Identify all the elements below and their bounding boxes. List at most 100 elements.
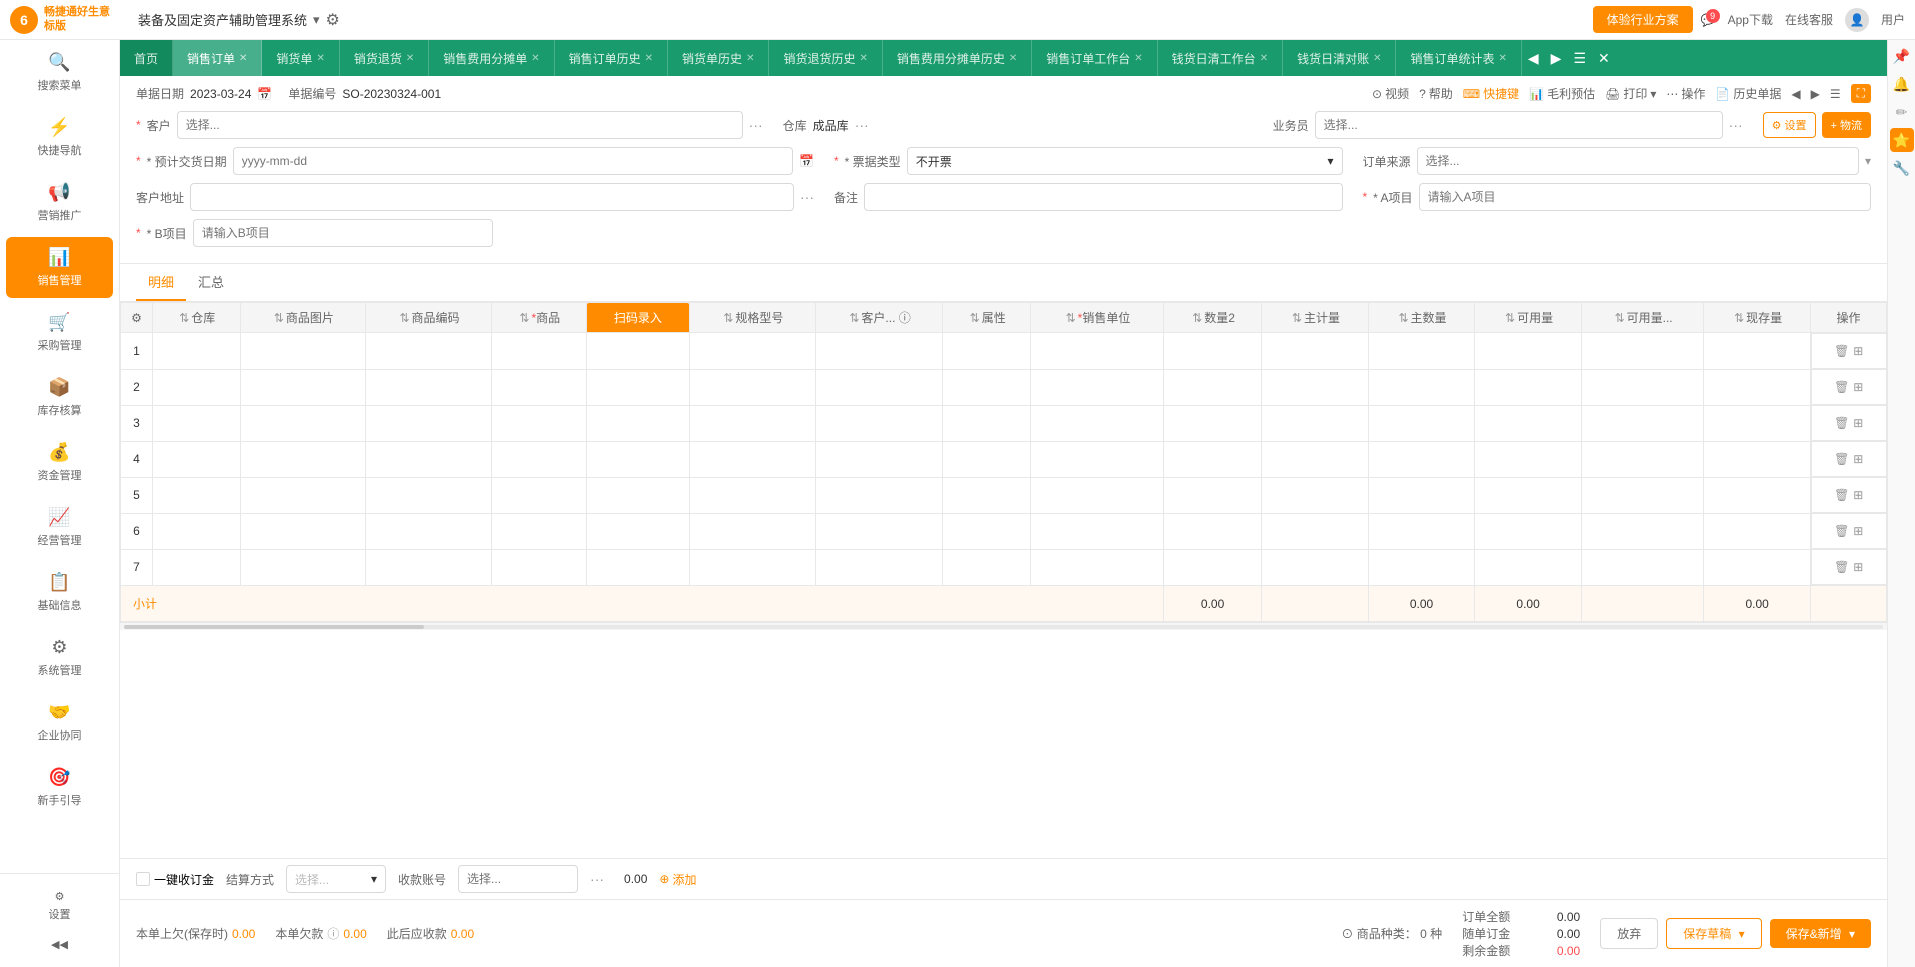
col-scan[interactable]: 扫码录入 [586,303,689,333]
row-3-available[interactable] [1475,405,1582,441]
remark-input[interactable] [864,183,1342,211]
row-5-unit[interactable] [1030,477,1163,513]
business-input[interactable] [1315,111,1723,139]
tab-close-sales-order[interactable]: ✕ [239,53,247,64]
col-customer-code[interactable]: ⇅客户... ⓘ [815,303,943,333]
settings-float-btn[interactable]: ⚙ 设置 [1763,112,1816,138]
view-btn[interactable]: ⊙ 视频 [1372,85,1409,102]
tab-summary[interactable]: 汇总 [186,264,236,301]
row-5-available[interactable] [1475,477,1582,513]
col-available[interactable]: ⇅可用量 [1475,303,1582,333]
save-new-btn[interactable]: 保存&新增 ▾ [1770,919,1871,948]
row-2-qty2[interactable] [1164,369,1262,405]
row-7-unit[interactable] [1030,549,1163,586]
row-7-attr[interactable] [943,549,1031,586]
add-payment-btn[interactable]: ⊕ 添加 [659,871,696,888]
row-7-scan[interactable] [586,549,689,586]
row-6-main-unit[interactable] [1262,513,1369,549]
tab-sales-fee[interactable]: 销售费用分摊单 ✕ [429,40,554,76]
row-6-goods[interactable] [491,513,586,549]
trial-btn[interactable]: 体验行业方案 [1593,6,1693,33]
row-5-scan[interactable] [586,477,689,513]
number-value[interactable]: SO-20230324-001 [342,87,441,101]
profit-btn[interactable]: 📊 毛利预估 [1529,85,1595,102]
tab-home[interactable]: 首页 [120,40,173,76]
b-project-input[interactable] [193,219,493,247]
row-2-available2[interactable] [1581,369,1703,405]
tab-sales-return[interactable]: 销货退货 ✕ [340,40,429,76]
a-project-input[interactable] [1419,183,1871,211]
quick-payment-checkbox[interactable]: 一键收订金 [136,871,214,888]
tab-close-sales-order-history[interactable]: ✕ [645,53,653,64]
tab-close-sales-return-history[interactable]: ✕ [859,53,867,64]
row-2-current[interactable] [1704,369,1811,405]
system-dropdown-icon[interactable]: ▾ [313,12,320,28]
row-1-warehouse[interactable] [153,333,241,370]
row-6-spec[interactable] [690,513,816,549]
save-draft-dropdown-icon[interactable]: ▾ [1739,927,1745,941]
row-3-image[interactable] [240,405,366,441]
col-available2[interactable]: ⇅可用量... [1581,303,1703,333]
row-1-scan[interactable] [586,333,689,370]
row-2-customer-code[interactable] [815,369,943,405]
row-6-delete-icon[interactable]: 🗑 [1834,524,1849,538]
sidebar-collapse[interactable]: ◀◀ [0,930,119,959]
customer-input[interactable] [177,111,743,139]
bank-input[interactable] [458,865,578,893]
row-4-unit[interactable] [1030,441,1163,477]
row-1-delete-icon[interactable]: 🗑 [1834,344,1849,358]
col-main-qty[interactable]: ⇅主数量 [1368,303,1475,333]
tab-close-sales-bill-history[interactable]: ✕ [746,53,754,64]
customer-address-input[interactable] [190,183,794,211]
row-6-current[interactable] [1704,513,1811,549]
row-6-unit[interactable] [1030,513,1163,549]
tab-sales-fee-history[interactable]: 销售费用分摊单历史 ✕ [883,40,1032,76]
tab-close-cash-workbench[interactable]: ✕ [1260,53,1268,64]
nav-right-icon[interactable]: ▶ [1811,87,1820,101]
shortcut-btn[interactable]: ⌨ 快捷键 [1463,85,1519,102]
col-settings[interactable]: ⚙ [121,303,153,333]
row-6-image[interactable] [240,513,366,549]
row-7-copy-icon[interactable]: ⊞ [1853,560,1863,574]
help-btn[interactable]: ? 帮助 [1419,85,1453,102]
row-3-delete-icon[interactable]: 🗑 [1834,416,1849,430]
row-4-image[interactable] [240,441,366,477]
sidebar-item-navigation[interactable]: ⚡ 快捷导航 [6,107,113,168]
row-5-current[interactable] [1704,477,1811,513]
operation-btn[interactable]: ⋯ 操作 [1666,85,1705,102]
row-6-main-qty[interactable] [1368,513,1475,549]
row-5-copy-icon[interactable]: ⊞ [1853,488,1863,502]
row-1-main-unit[interactable] [1262,333,1369,370]
right-panel-icon-5[interactable]: 🔧 [1890,156,1914,180]
row-6-available[interactable] [1475,513,1582,549]
sidebar-item-system[interactable]: ⚙ 系统管理 [6,627,113,688]
row-7-customer-code[interactable] [815,549,943,586]
row-5-spec[interactable] [690,477,816,513]
row-3-attr[interactable] [943,405,1031,441]
horizontal-scrollbar[interactable] [120,622,1887,630]
row-2-warehouse[interactable] [153,369,241,405]
row-4-customer-code[interactable] [815,441,943,477]
row-5-main-qty[interactable] [1368,477,1475,513]
tab-close-sales-return[interactable]: ✕ [406,53,414,64]
discard-btn[interactable]: 放弃 [1600,918,1658,949]
row-1-attr[interactable] [943,333,1031,370]
row-6-code[interactable] [366,513,492,549]
col-attr[interactable]: ⇅属性 [943,303,1031,333]
row-2-main-unit[interactable] [1262,369,1369,405]
row-5-customer-code[interactable] [815,477,943,513]
row-6-available2[interactable] [1581,513,1703,549]
tab-close-cash-reconcile[interactable]: ✕ [1373,53,1381,64]
row-4-available[interactable] [1475,441,1582,477]
row-1-available[interactable] [1475,333,1582,370]
row-4-attr[interactable] [943,441,1031,477]
sidebar-item-basic-info[interactable]: 📋 基础信息 [6,562,113,623]
row-2-unit[interactable] [1030,369,1163,405]
row-2-main-qty[interactable] [1368,369,1475,405]
row-3-main-unit[interactable] [1262,405,1369,441]
online-service-link[interactable]: 在线客服 [1785,11,1833,28]
checkbox-icon[interactable] [136,872,150,886]
nav-left-icon[interactable]: ◀ [1791,87,1800,101]
add-material-btn[interactable]: + 物流 [1822,112,1871,138]
row-2-goods[interactable] [491,369,586,405]
